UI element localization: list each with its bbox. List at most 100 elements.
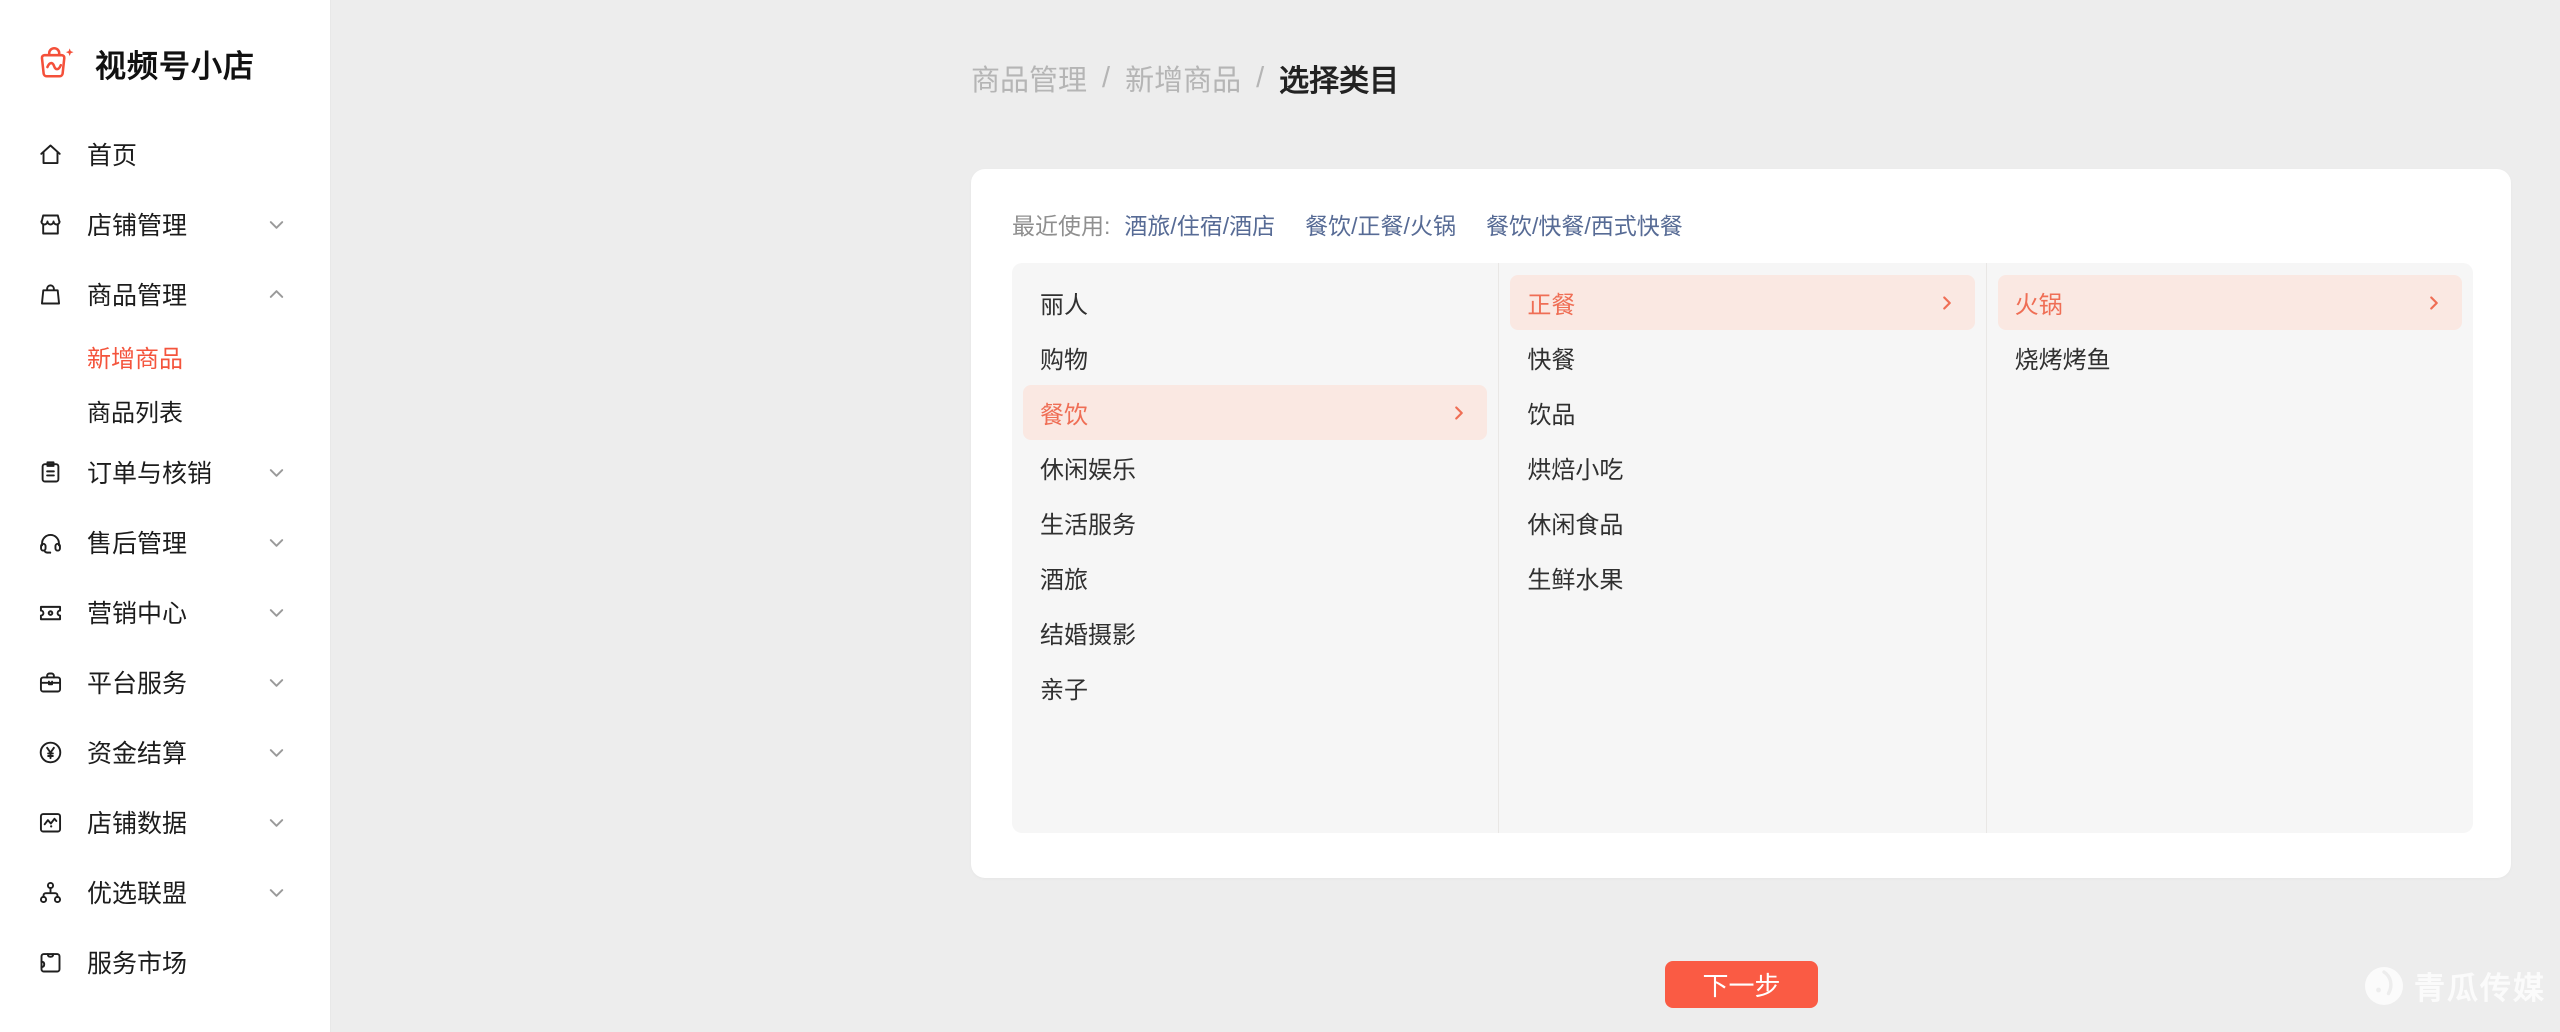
chevron-down-icon: [265, 671, 288, 694]
sidebar-subitem-label: 新增商品: [87, 345, 183, 373]
sidebar-subitem-label: 商品列表: [87, 399, 183, 427]
category-option[interactable]: 烘焙小吃: [1510, 440, 1974, 495]
qinggua-media-logo-icon: [2364, 966, 2404, 1006]
breadcrumb: 商品管理 / 新增商品 / 选择类目: [971, 56, 1399, 100]
sidebar-item-shop-management[interactable]: 店铺管理: [0, 189, 330, 259]
category-option-label: 购物: [1040, 347, 1088, 374]
sidebar-item-preferred-alliance[interactable]: 优选联盟: [0, 857, 330, 927]
category-option-label: 快餐: [1527, 347, 1576, 374]
sidebar-item-label: 首页: [87, 142, 138, 170]
recent-category-link[interactable]: 餐饮/正餐/火锅: [1305, 207, 1456, 241]
sidebar-item-label: 资金结算: [87, 740, 188, 768]
category-option[interactable]: 购物: [1023, 330, 1487, 385]
category-column-level-1: 丽人 购物 餐饮 休闲娱乐 生活服务 酒旅 结婚摄影 亲子: [1012, 263, 1500, 833]
category-option[interactable]: 休闲食品: [1510, 495, 1974, 550]
category-option[interactable]: 亲子: [1023, 660, 1487, 715]
category-option-label: 酒旅: [1040, 567, 1088, 594]
headset-icon: [37, 529, 64, 556]
category-option[interactable]: 结婚摄影: [1023, 605, 1487, 660]
sidebar-item-product-list[interactable]: 商品列表: [0, 383, 330, 437]
category-option[interactable]: 烧烤烤鱼: [1998, 330, 2462, 385]
chevron-up-icon: [265, 283, 288, 306]
recent-category-link[interactable]: 酒旅/住宿/酒店: [1124, 207, 1275, 241]
category-option-label: 正餐: [1527, 292, 1576, 319]
sidebar-item-label: 店铺管理: [87, 212, 188, 240]
category-select-card: 最近使用: 酒旅/住宿/酒店 餐饮/正餐/火锅 餐饮/快餐/西式快餐 丽人 购物…: [971, 169, 2511, 878]
brand: 视频号小店: [0, 0, 330, 87]
yuan-icon: [37, 739, 64, 766]
category-columns: 丽人 购物 餐饮 休闲娱乐 生活服务 酒旅 结婚摄影 亲子 正餐 快餐 饮品 烘…: [1012, 263, 2473, 833]
chart-icon: [37, 809, 64, 836]
chevron-right-icon: [1448, 402, 1470, 424]
category-option-selected[interactable]: 正餐: [1510, 275, 1975, 330]
category-option[interactable]: 饮品: [1510, 385, 1974, 440]
category-option-label: 结婚摄影: [1040, 622, 1136, 649]
home-icon: [37, 141, 64, 168]
category-option-label: 休闲食品: [1527, 512, 1624, 539]
category-option-label: 火锅: [2014, 292, 2063, 319]
breadcrumb-separator: /: [1102, 61, 1111, 94]
sidebar-item-service-market[interactable]: 服务市场: [0, 927, 330, 997]
chevron-right-icon: [1936, 292, 1958, 314]
sidebar-item-label: 售后管理: [87, 530, 188, 558]
category-option-label: 丽人: [1040, 292, 1088, 319]
chevron-down-icon: [265, 601, 288, 624]
chevron-down-icon: [265, 213, 288, 236]
category-option-label: 亲子: [1040, 677, 1088, 704]
recently-used-row: 最近使用: 酒旅/住宿/酒店 餐饮/正餐/火锅 餐饮/快餐/西式快餐: [1012, 207, 1713, 241]
category-option[interactable]: 酒旅: [1023, 550, 1487, 605]
recent-category-link[interactable]: 餐饮/快餐/西式快餐: [1486, 207, 1683, 241]
category-option-label: 生活服务: [1040, 512, 1136, 539]
sidebar-item-funds-settlement[interactable]: 资金结算: [0, 717, 330, 787]
category-option-selected[interactable]: 火锅: [1997, 275, 2462, 330]
alliance-icon: [37, 879, 64, 906]
briefcase-icon: [37, 669, 64, 696]
sidebar-menu: 首页 店铺管理 商品管理 新增商品 商品列表 订单与核销 售后管理 营销中心 平…: [0, 119, 330, 997]
watermark: 青瓜传媒: [2364, 963, 2546, 1008]
sidebar-item-shop-data[interactable]: 店铺数据: [0, 787, 330, 857]
sidebar-item-label: 订单与核销: [87, 460, 213, 488]
breadcrumb-item-product-management[interactable]: 商品管理: [971, 57, 1087, 99]
category-option[interactable]: 休闲娱乐: [1023, 440, 1487, 495]
chevron-down-icon: [265, 811, 288, 834]
category-option[interactable]: 丽人: [1023, 275, 1487, 330]
chevron-down-icon: [265, 881, 288, 904]
category-column-level-2: 正餐 快餐 饮品 烘焙小吃 休闲食品 生鲜水果: [1499, 263, 1987, 833]
category-option-label: 生鲜水果: [1527, 567, 1624, 594]
bag-icon: [37, 281, 64, 308]
category-option-label: 烘焙小吃: [1527, 457, 1624, 484]
sidebar-item-product-management[interactable]: 商品管理: [0, 259, 330, 329]
sidebar-item-platform-services[interactable]: 平台服务: [0, 647, 330, 717]
ticket-icon: [37, 599, 64, 626]
sidebar-item-home[interactable]: 首页: [0, 119, 330, 189]
category-option[interactable]: 快餐: [1510, 330, 1974, 385]
category-option[interactable]: 生鲜水果: [1510, 550, 1974, 605]
order-icon: [37, 459, 64, 486]
sidebar-item-marketing[interactable]: 营销中心: [0, 577, 330, 647]
sidebar-item-after-sales[interactable]: 售后管理: [0, 507, 330, 577]
next-step-button[interactable]: 下一步: [1665, 961, 1818, 1008]
chevron-down-icon: [265, 741, 288, 764]
category-option[interactable]: 生活服务: [1023, 495, 1487, 550]
sidebar: 视频号小店 首页 店铺管理 商品管理 新增商品 商品列表 订单与核销 售后管理 …: [0, 0, 331, 1032]
sidebar-item-label: 优选联盟: [87, 880, 188, 908]
chevron-down-icon: [265, 461, 288, 484]
recently-used-label: 最近使用:: [1012, 213, 1111, 239]
breadcrumb-item-add-product[interactable]: 新增商品: [1125, 57, 1241, 99]
breadcrumb-separator: /: [1256, 61, 1265, 94]
channels-shop-logo-icon: [31, 40, 78, 87]
shop-icon: [37, 211, 64, 238]
watermark-text: 青瓜传媒: [2414, 971, 2546, 1006]
chevron-right-icon: [2423, 292, 2445, 314]
category-column-level-3: 火锅 烧烤烤鱼: [1987, 263, 2473, 833]
sidebar-item-label: 营销中心: [87, 600, 188, 628]
sidebar-item-label: 店铺数据: [87, 810, 188, 838]
sidebar-item-orders[interactable]: 订单与核销: [0, 437, 330, 507]
sidebar-item-label: 平台服务: [87, 670, 188, 698]
puzzle-icon: [37, 949, 64, 976]
category-option-label: 休闲娱乐: [1040, 457, 1136, 484]
category-option-selected[interactable]: 餐饮: [1023, 385, 1488, 440]
sidebar-item-add-product[interactable]: 新增商品: [0, 329, 330, 383]
category-option-label: 饮品: [1527, 402, 1576, 429]
breadcrumb-current-select-category: 选择类目: [1279, 65, 1400, 98]
